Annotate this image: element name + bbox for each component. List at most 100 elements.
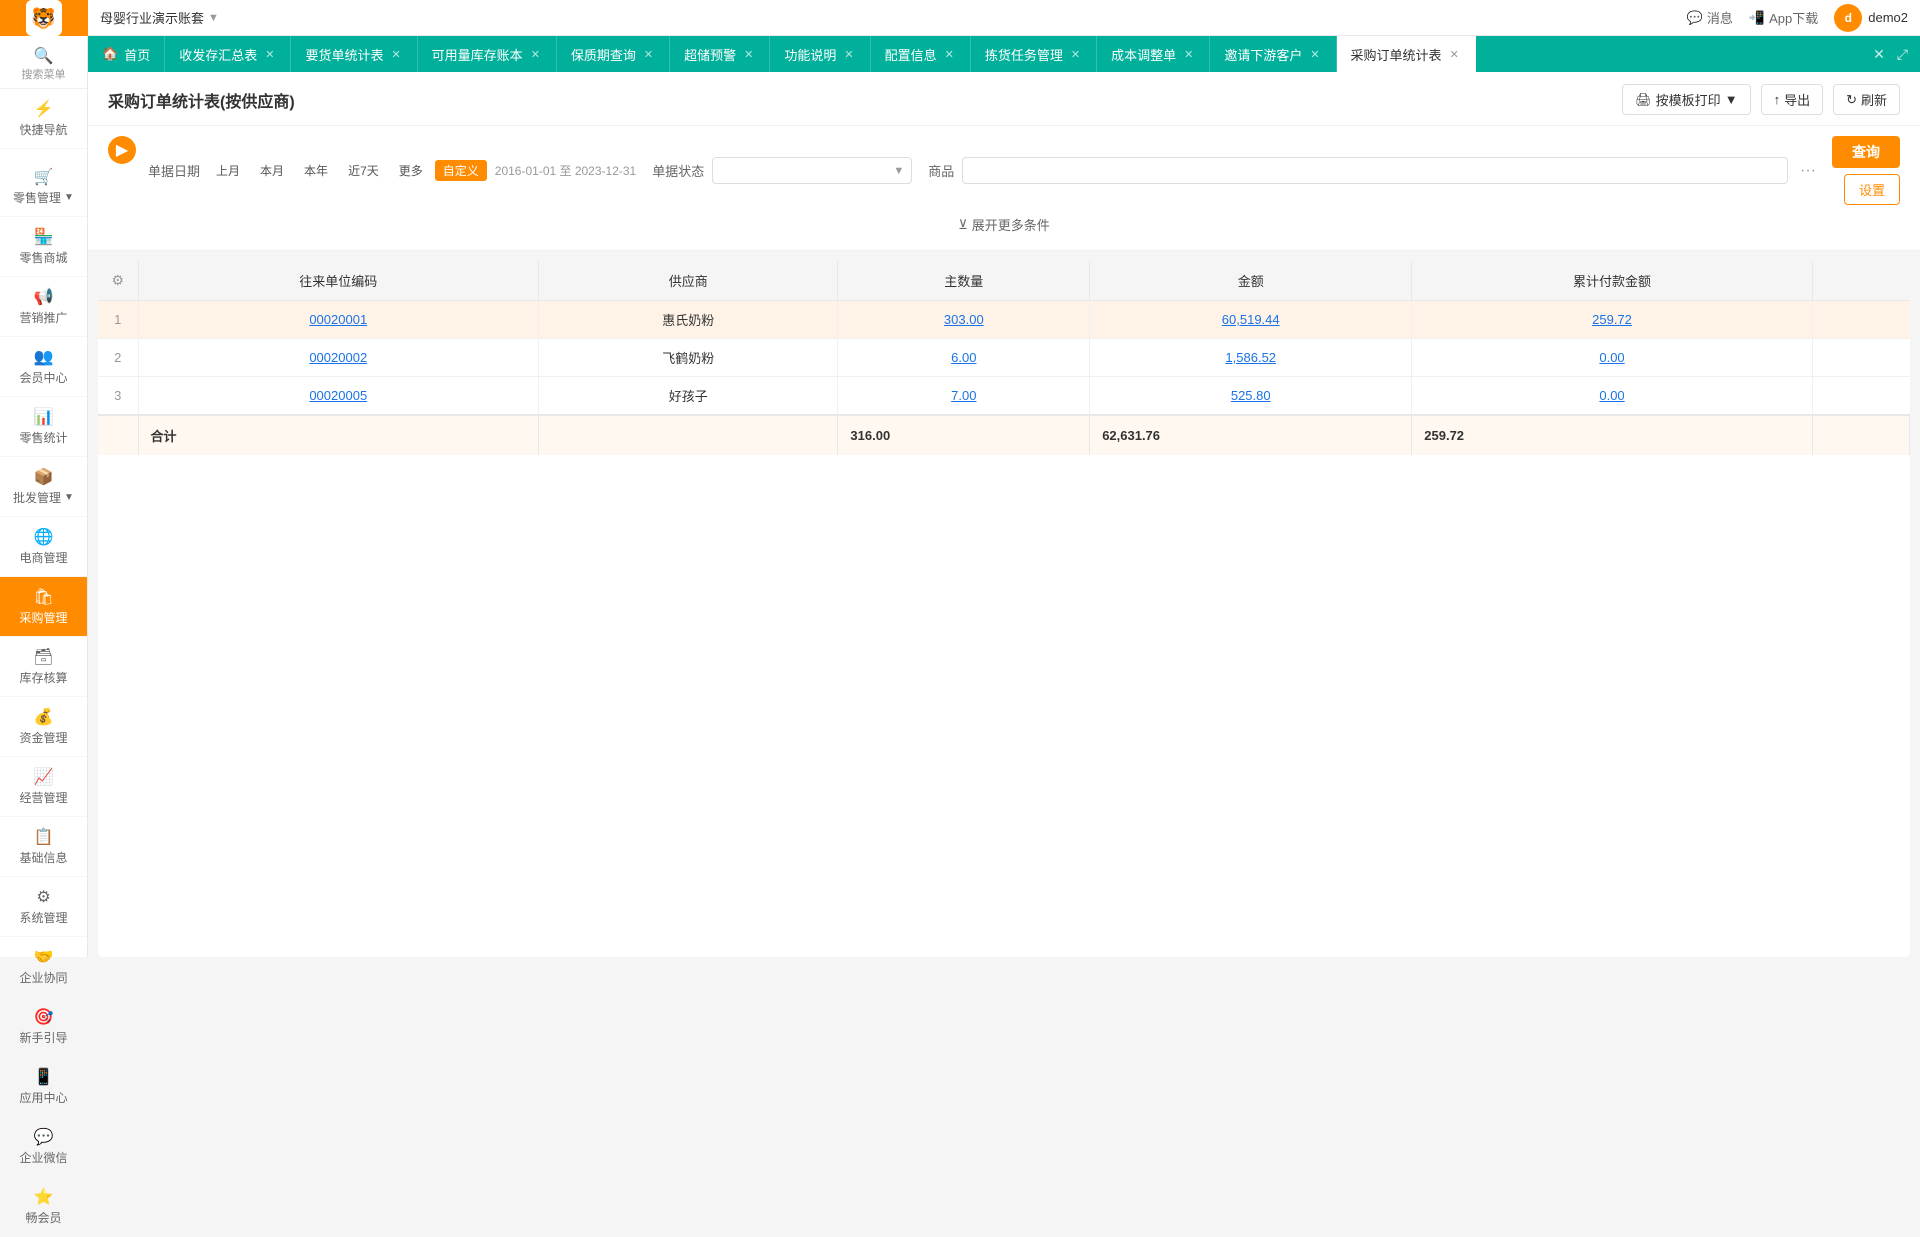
- sidebar-item-retail[interactable]: 🛒 零售管理 ▼: [0, 157, 87, 217]
- row-amount[interactable]: 525.80: [1090, 377, 1412, 416]
- tab-purchase-summary[interactable]: 采购订单统计表 ✕: [1337, 36, 1476, 72]
- tab-invite-downstream[interactable]: 邀请下游客户 ✕: [1210, 36, 1336, 72]
- tab-home[interactable]: 🏠 首页: [88, 36, 165, 72]
- sidebar-item-retail-stat[interactable]: 📊 零售统计: [0, 397, 87, 457]
- export-btn[interactable]: ↑ 导出: [1761, 84, 1824, 115]
- enterprise-wechat-label: 企业微信: [19, 1149, 67, 1166]
- batch-label: 批发管理: [13, 489, 61, 506]
- refresh-btn[interactable]: ↻ 刷新: [1833, 84, 1900, 115]
- sidebar-item-operation[interactable]: 📈 经营管理: [0, 757, 87, 817]
- tab-function-desc[interactable]: 功能说明 ✕: [770, 36, 870, 72]
- sidebar-item-batch[interactable]: 📦 批发管理 ▼: [0, 457, 87, 517]
- app-download-label: App下载: [1769, 8, 1818, 27]
- tab-cost-adjust-close[interactable]: ✕: [1182, 48, 1195, 61]
- row-no: 1: [98, 301, 138, 339]
- tab-expiry[interactable]: 保质期查询 ✕: [557, 36, 670, 72]
- tab-pick-task[interactable]: 拣货任务管理 ✕: [971, 36, 1097, 72]
- data-table: ⚙ 往来单位编码 供应商 主数量 金额 累计付款金额 1 00020001 惠氏…: [98, 261, 1910, 455]
- tab-order-summary[interactable]: 要货单统计表 ✕: [291, 36, 417, 72]
- workspace-selector[interactable]: 母婴行业演示账套 ▼: [100, 8, 1679, 27]
- message-label: 消息: [1707, 8, 1733, 27]
- row-code[interactable]: 00020001: [138, 301, 539, 339]
- finance-label: 资金管理: [19, 729, 67, 746]
- row-amount[interactable]: 60,519.44: [1090, 301, 1412, 339]
- tab-config-close[interactable]: ✕: [943, 48, 956, 61]
- tab-order-summary-close[interactable]: ✕: [389, 48, 402, 61]
- sidebar-item-enterprise[interactable]: 🤝 企业协同: [0, 937, 87, 997]
- row-qty[interactable]: 6.00: [838, 339, 1090, 377]
- retail-stat-label: 零售统计: [19, 429, 67, 446]
- tab-config[interactable]: 配置信息 ✕: [871, 36, 971, 72]
- message-btn[interactable]: 💬 消息: [1687, 8, 1733, 27]
- sidebar-item-vip[interactable]: ⭐ 畅会员: [0, 1177, 87, 1237]
- tab-invite-downstream-close[interactable]: ✕: [1308, 48, 1321, 61]
- row-paid[interactable]: 0.00: [1412, 339, 1813, 377]
- tab-purchase-summary-close[interactable]: ✕: [1448, 48, 1461, 61]
- date-shortcut-this-month[interactable]: 本月: [252, 159, 292, 182]
- row-qty[interactable]: 7.00: [838, 377, 1090, 416]
- sidebar-item-retail-shop[interactable]: 🏪 零售商城: [0, 217, 87, 277]
- template-print-btn[interactable]: 🖨 按模板打印 ▼: [1622, 84, 1750, 115]
- refresh-label: 刷新: [1861, 90, 1887, 109]
- sidebar-item-finance[interactable]: 💰 资金管理: [0, 697, 87, 757]
- sidebar-item-newbie[interactable]: 🎯 新手引导: [0, 997, 87, 1057]
- search-btn[interactable]: 查询: [1832, 136, 1900, 168]
- th-supplier: 供应商: [539, 261, 838, 301]
- search-label: 搜索菜单: [6, 66, 81, 82]
- tab-function-desc-close[interactable]: ✕: [842, 48, 855, 61]
- th-amount: 金额: [1090, 261, 1412, 301]
- row-no: 3: [98, 377, 138, 416]
- tab-overstock-close[interactable]: ✕: [742, 48, 755, 61]
- tab-invite-downstream-label: 邀请下游客户: [1224, 45, 1302, 64]
- tab-expand-btn[interactable]: ⤢: [1893, 42, 1912, 67]
- row-amount[interactable]: 1,586.52: [1090, 339, 1412, 377]
- sidebar-item-ecommerce[interactable]: 🌐 电商管理: [0, 517, 87, 577]
- sidebar-item-inventory[interactable]: 🗃 库存核算: [0, 637, 87, 697]
- sidebar-item-purchase[interactable]: 🛍 采购管理: [0, 577, 87, 637]
- tab-overstock[interactable]: 超储预警 ✕: [670, 36, 770, 72]
- goods-more-icon[interactable]: ···: [1800, 162, 1816, 180]
- date-shortcut-7days[interactable]: 近7天: [340, 159, 387, 182]
- main-area: 母婴行业演示账套 ▼ 💬 消息 📲 App下载 d demo2 🏠 首页: [88, 0, 1920, 957]
- tab-pick-task-close[interactable]: ✕: [1069, 48, 1082, 61]
- date-shortcut-last-month[interactable]: 上月: [208, 159, 248, 182]
- tab-expiry-close[interactable]: ✕: [642, 48, 655, 61]
- date-shortcut-this-year[interactable]: 本年: [296, 159, 336, 182]
- tab-available-stock-close[interactable]: ✕: [529, 48, 542, 61]
- user-menu[interactable]: d demo2: [1834, 4, 1908, 32]
- tab-available-stock[interactable]: 可用量库存账本 ✕: [418, 36, 557, 72]
- basic-label: 基础信息: [19, 849, 67, 866]
- tab-receive-summary-close[interactable]: ✕: [263, 48, 276, 61]
- sidebar-item-basic[interactable]: 📋 基础信息: [0, 817, 87, 877]
- sidebar-item-shortcut[interactable]: ⚡ 快捷导航: [0, 89, 87, 149]
- date-shortcut-more[interactable]: 更多: [391, 159, 431, 182]
- sidebar-item-system[interactable]: ⚙ 系统管理: [0, 877, 87, 937]
- expand-more-btn[interactable]: ⊻ 展开更多条件: [950, 211, 1058, 238]
- tab-cost-adjust[interactable]: 成本调整单 ✕: [1097, 36, 1210, 72]
- row-paid[interactable]: 259.72: [1412, 301, 1813, 339]
- vip-label: 畅会员: [25, 1209, 61, 1226]
- tab-receive-summary[interactable]: 收发存汇总表 ✕: [165, 36, 291, 72]
- settings-btn[interactable]: 设置: [1844, 174, 1900, 205]
- sidebar-item-enterprise-wechat[interactable]: 💬 企业微信: [0, 1117, 87, 1177]
- expand-more-area: ⊻ 展开更多条件: [108, 205, 1900, 240]
- th-gear[interactable]: ⚙: [98, 261, 138, 301]
- tab-close-all-btn[interactable]: ✕: [1869, 42, 1889, 67]
- marketing-label: 营销推广: [19, 309, 67, 326]
- sidebar-item-member[interactable]: 👥 会员中心: [0, 337, 87, 397]
- row-code[interactable]: 00020002: [138, 339, 539, 377]
- summary-empty-1: [98, 415, 138, 455]
- goods-input[interactable]: [962, 157, 1788, 184]
- date-custom-tag[interactable]: 自定义: [435, 160, 487, 181]
- app-download-btn[interactable]: 📲 App下载: [1749, 8, 1818, 27]
- filter-toggle-btn[interactable]: ▶: [108, 136, 136, 164]
- row-code[interactable]: 00020005: [138, 377, 539, 416]
- gear-icon[interactable]: ⚙: [111, 272, 124, 288]
- sidebar-item-app-center[interactable]: 📱 应用中心: [0, 1057, 87, 1117]
- row-paid[interactable]: 0.00: [1412, 377, 1813, 416]
- row-qty[interactable]: 303.00: [838, 301, 1090, 339]
- enterprise-label: 企业协同: [19, 969, 67, 986]
- sidebar-search[interactable]: 🔍 搜索菜单: [0, 36, 87, 89]
- sidebar-item-marketing[interactable]: 📢 营销推广: [0, 277, 87, 337]
- status-select[interactable]: [712, 157, 912, 184]
